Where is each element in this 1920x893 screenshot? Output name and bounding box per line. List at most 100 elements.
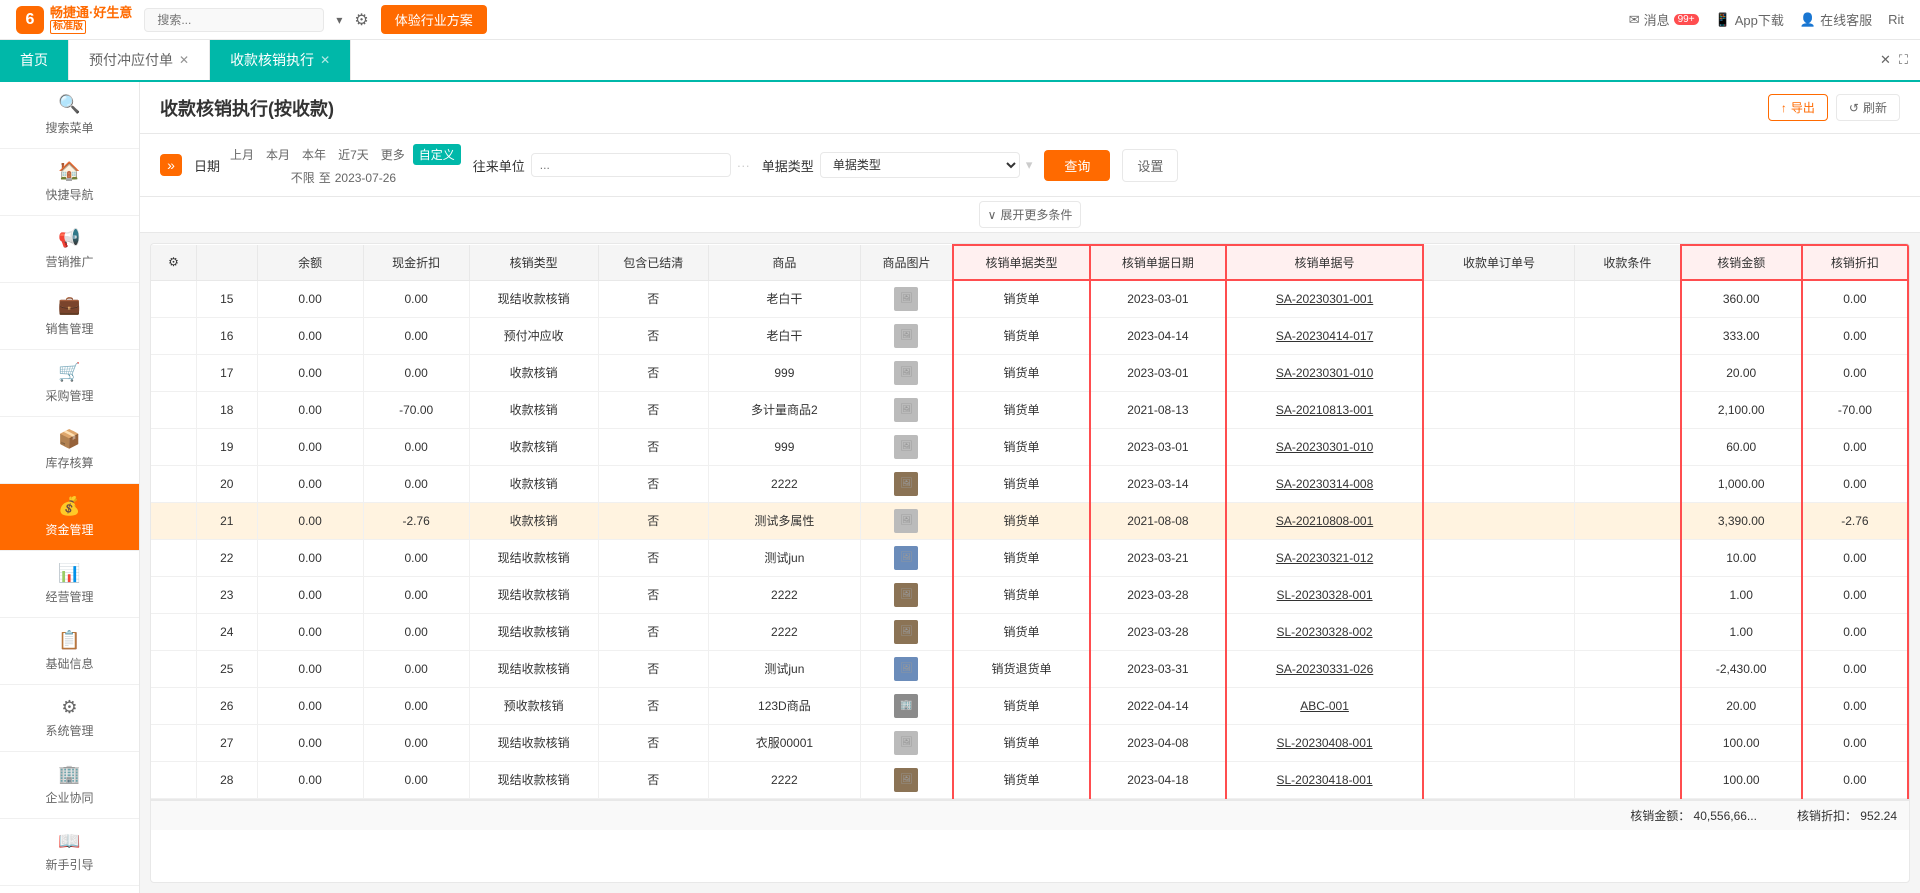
main-layout: 🔍 搜索菜单 🏠 快捷导航 📢 营销推广 💼 销售管理 🛒 采购管理 📦 库存核… — [0, 82, 1920, 893]
sales-icon: 💼 — [58, 295, 80, 316]
cell-bill-no[interactable]: SA-20230301-001 — [1226, 280, 1423, 317]
cell-bill-no[interactable]: SA-20230331-026 — [1226, 650, 1423, 687]
app-download-btn[interactable]: 📱 App下载 — [1715, 10, 1784, 29]
sidebar-item-finance[interactable]: 💰 资金管理 — [0, 484, 139, 551]
gear-icon[interactable]: ⚙ — [354, 10, 368, 30]
refresh-button[interactable]: ↺ 刷新 — [1836, 94, 1900, 121]
tab-prepay-close-icon[interactable]: ✕ — [179, 53, 189, 67]
cell-cash-discount: 0.00 — [363, 354, 469, 391]
cell-bill-no[interactable]: SA-20230314-008 — [1226, 465, 1423, 502]
cell-collect-condition — [1575, 687, 1681, 724]
maximize-icon[interactable]: ⛶ — [1899, 52, 1908, 68]
column-settings-icon[interactable]: ⚙ — [168, 255, 179, 269]
export-button[interactable]: ↑ 导出 — [1768, 94, 1828, 121]
cell-verify-discount: 0.00 — [1802, 613, 1908, 650]
cell-no: 18 — [196, 391, 257, 428]
chevron-down-icon: ∨ — [988, 208, 997, 222]
cell-verify-discount: 0.00 — [1802, 428, 1908, 465]
sidebar-item-quicknav[interactable]: 🏠 快捷导航 — [0, 149, 139, 216]
cell-bill-no[interactable]: SL-20230408-001 — [1226, 724, 1423, 761]
col-verify-discount: 核销折扣 — [1802, 245, 1908, 280]
cell-collect-order-no — [1423, 650, 1575, 687]
online-service-btn[interactable]: 👤 在线客服 — [1800, 10, 1872, 29]
filter-expand-button[interactable]: » — [160, 154, 182, 176]
cell-bill-no[interactable]: SA-20230301-010 — [1226, 354, 1423, 391]
cell-verify-discount: 0.00 — [1802, 317, 1908, 354]
cell-product-img: 🖼 — [860, 354, 953, 391]
sidebar-item-hardware[interactable]: 🖥 智能硬件 — [0, 886, 139, 893]
sidebar-item-purchase[interactable]: 🛒 采购管理 — [0, 350, 139, 417]
cell-collect-order-no — [1423, 502, 1575, 539]
col-collect-order-no: 收款单订单号 — [1423, 245, 1575, 280]
sidebar-item-marketing[interactable]: 📢 营销推广 — [0, 216, 139, 283]
tab-prepay[interactable]: 预付冲应付单 ✕ — [69, 40, 210, 80]
sidebar: 🔍 搜索菜单 🏠 快捷导航 📢 营销推广 💼 销售管理 🛒 采购管理 📦 库存核… — [0, 82, 140, 893]
cell-bill-date: 2022-04-14 — [1090, 687, 1226, 724]
cell-product: 999 — [709, 428, 861, 465]
supplier-more-icon[interactable]: ··· — [737, 158, 750, 173]
cell-bill-report-type: 销货单 — [953, 280, 1089, 317]
query-button[interactable]: 查询 — [1044, 150, 1110, 181]
cell-bill-no[interactable]: SA-20230321-012 — [1226, 539, 1423, 576]
cell-bill-no[interactable]: ABC-001 — [1226, 687, 1423, 724]
date-btn-7days[interactable]: 近7天 — [334, 144, 373, 165]
page-title: 收款核销执行(按收款) — [160, 95, 334, 121]
close-window-icon[interactable]: ✕ — [1880, 52, 1891, 68]
tab-collect-close-icon[interactable]: ✕ — [320, 53, 330, 67]
cell-settings — [151, 687, 196, 724]
date-custom-btn[interactable]: 自定义 — [413, 144, 461, 165]
marketing-icon: 📢 — [58, 228, 80, 249]
date-range-row: 不限 至 2023-07-26 — [291, 169, 396, 186]
cell-bill-no[interactable]: SL-20230328-001 — [1226, 576, 1423, 613]
date-btn-this-month[interactable]: 本月 — [262, 144, 294, 165]
cell-verify-discount: -70.00 — [1802, 391, 1908, 428]
bill-type-select[interactable]: 单据类型 — [820, 152, 1020, 178]
sidebar-item-basic[interactable]: 📋 基础信息 — [0, 618, 139, 685]
cell-collect-order-no — [1423, 428, 1575, 465]
tab-home[interactable]: 首页 — [0, 40, 69, 80]
table-row: 22 0.00 0.00 现结收款核销 否 测试jun 🖼 销货单 2023-0… — [151, 539, 1908, 576]
search-input[interactable] — [144, 8, 324, 32]
sidebar-item-guide[interactable]: 📖 新手引导 — [0, 819, 139, 886]
user-name[interactable]: Rit — [1888, 12, 1904, 27]
logo-icon: 6 — [16, 6, 44, 34]
cell-verify-type: 现结收款核销 — [469, 539, 598, 576]
sidebar-item-inventory[interactable]: 📦 库存核算 — [0, 417, 139, 484]
expand-conditions-button[interactable]: ∨ 展开更多条件 — [979, 201, 1082, 228]
cell-verify-discount: 0.00 — [1802, 761, 1908, 798]
product-image: 🖼 — [894, 287, 918, 311]
table-row: 23 0.00 0.00 现结收款核销 否 2222 🖼 销货单 2023-03… — [151, 576, 1908, 613]
table-row: 16 0.00 0.00 预付冲应收 否 老白干 🖼 销货单 2023-04-1… — [151, 317, 1908, 354]
dropdown-arrow-icon[interactable]: ▾ — [336, 13, 342, 27]
cell-cash-discount: 0.00 — [363, 539, 469, 576]
sidebar-item-system[interactable]: ⚙ 系统管理 — [0, 685, 139, 752]
col-settings[interactable]: ⚙ — [151, 245, 196, 280]
cell-settings — [151, 502, 196, 539]
sidebar-item-corp[interactable]: 🏢 企业协同 — [0, 752, 139, 819]
cell-bill-no[interactable]: SA-20210808-001 — [1226, 502, 1423, 539]
cell-bill-no[interactable]: SA-20210813-001 — [1226, 391, 1423, 428]
message-btn[interactable]: ✉ 消息 99+ — [1629, 10, 1699, 29]
date-btn-this-year[interactable]: 本年 — [298, 144, 330, 165]
cell-bill-no[interactable]: SL-20230328-002 — [1226, 613, 1423, 650]
tab-collect[interactable]: 收款核销执行 ✕ — [210, 40, 351, 80]
sidebar-item-search[interactable]: 🔍 搜索菜单 — [0, 82, 139, 149]
supplier-input[interactable] — [531, 153, 731, 177]
settings-button[interactable]: 设置 — [1122, 149, 1178, 182]
date-btn-more[interactable]: 更多 — [377, 144, 409, 165]
cell-bill-no[interactable]: SL-20230418-001 — [1226, 761, 1423, 798]
table-container: ⚙ 余额 现金折扣 核销类型 包含已结清 商品 商品图片 核销单据类型 核销单据… — [150, 243, 1910, 883]
cell-balance: 0.00 — [257, 687, 363, 724]
cell-bill-no[interactable]: SA-20230414-017 — [1226, 317, 1423, 354]
cell-bill-no[interactable]: SA-20230301-010 — [1226, 428, 1423, 465]
cell-included-cleared: 否 — [598, 724, 709, 761]
cell-cash-discount: 0.00 — [363, 465, 469, 502]
industry-button[interactable]: 体验行业方案 — [381, 5, 487, 34]
cell-collect-order-no — [1423, 613, 1575, 650]
date-btn-last-month[interactable]: 上月 — [226, 144, 258, 165]
product-image: 🖼 — [894, 731, 918, 755]
sidebar-item-sales[interactable]: 💼 销售管理 — [0, 283, 139, 350]
cell-collect-condition — [1575, 280, 1681, 317]
cell-no: 20 — [196, 465, 257, 502]
sidebar-item-operations[interactable]: 📊 经营管理 — [0, 551, 139, 618]
